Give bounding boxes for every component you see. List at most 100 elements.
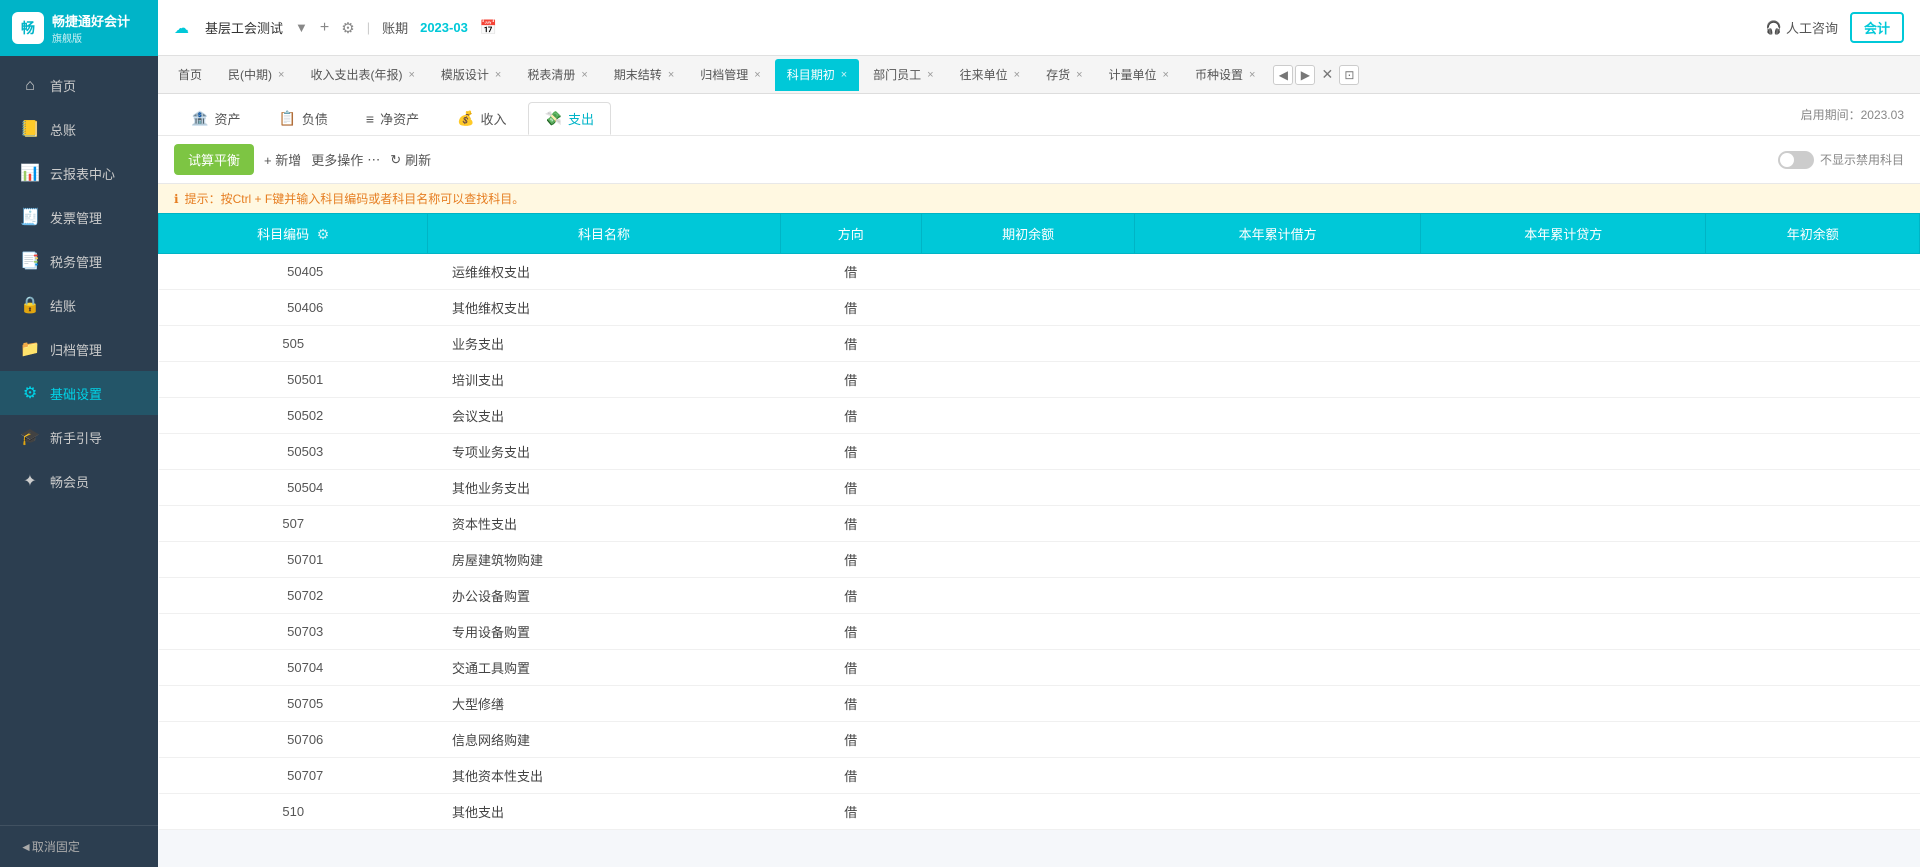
tab-close[interactable]: ×: [841, 69, 847, 81]
sidebar-item-tax[interactable]: 📑税务管理: [0, 239, 158, 283]
cell-ncye: [1706, 722, 1920, 758]
table-container[interactable]: 科目编码 ⚙科目名称方向期初余额本年累计借方本年累计贷方年初余额 50405 运…: [158, 213, 1920, 867]
subtab-负债[interactable]: 📋负债: [261, 102, 344, 135]
tab-----[interactable]: 归档管理×: [688, 59, 772, 91]
cell-direction: 借: [780, 686, 921, 722]
balance-btn[interactable]: 试算平衡: [174, 144, 254, 175]
tab-close[interactable]: ×: [408, 69, 414, 81]
refresh-icon: ↻: [390, 152, 401, 168]
refresh-btn[interactable]: ↻ 刷新: [390, 150, 431, 169]
tab-close[interactable]: ×: [1163, 69, 1169, 81]
sidebar-item-guide[interactable]: 🎓新手引导: [0, 415, 158, 459]
table-row[interactable]: 505 业务支出 借: [159, 326, 1920, 362]
table-row[interactable]: 50406 其他维权支出 借: [159, 290, 1920, 326]
cell-ncye: [1706, 326, 1920, 362]
tab-----[interactable]: 往来单位×: [948, 59, 1032, 91]
table-row[interactable]: 50405 运维维权支出 借: [159, 254, 1920, 290]
add-tab-btn[interactable]: +: [320, 19, 329, 37]
tab---[interactable]: 首页: [166, 59, 214, 91]
table-row[interactable]: 50706 信息网络购建 借: [159, 722, 1920, 758]
tab-label: 存货: [1046, 66, 1070, 83]
cell-name: 会议支出: [428, 398, 780, 434]
accounts-table: 科目编码 ⚙科目名称方向期初余额本年累计借方本年累计贷方年初余额 50405 运…: [158, 213, 1920, 830]
tab-close-all[interactable]: ✕: [1317, 65, 1337, 85]
calendar-icon[interactable]: 📅: [480, 19, 497, 36]
cell-code: 50501: [159, 362, 428, 398]
settings-icon[interactable]: ⚙: [341, 19, 354, 37]
cell-code: 50701: [159, 542, 428, 578]
tab-----[interactable]: 税表清册×: [515, 59, 599, 91]
sidebar-item-member[interactable]: ✦畅会员: [0, 459, 158, 503]
cell-qcye: [921, 470, 1134, 506]
tab-----[interactable]: 计量单位×: [1097, 59, 1181, 91]
dropdown-icon[interactable]: ▼: [295, 20, 308, 35]
sidebar-collapse-btn[interactable]: ◄取消固定: [0, 825, 158, 867]
tab---[interactable]: 存货 ×: [1034, 59, 1094, 91]
add-btn[interactable]: + 新增: [264, 150, 301, 169]
table-row[interactable]: 50702 办公设备购置 借: [159, 578, 1920, 614]
table-row[interactable]: 50704 交通工具购置 借: [159, 650, 1920, 686]
service-btn[interactable]: 🎧 人工咨询: [1766, 18, 1838, 37]
project-name[interactable]: 基层工会测试: [205, 18, 283, 37]
sidebar-item-archive[interactable]: 📁归档管理: [0, 327, 158, 371]
cell-bnljd: [1420, 470, 1706, 506]
tab-expand[interactable]: ⊡: [1339, 65, 1359, 85]
account-btn[interactable]: 会计: [1850, 12, 1904, 43]
cell-direction: 借: [780, 470, 921, 506]
tab-close[interactable]: ×: [1249, 69, 1255, 81]
sidebar-item-home[interactable]: ⌂首页: [0, 64, 158, 107]
sidebar-item-reports[interactable]: 📊云报表中心: [0, 151, 158, 195]
subtab-收入[interactable]: 💰收入: [440, 102, 523, 135]
period-value[interactable]: 2023-03: [420, 20, 468, 35]
table-row[interactable]: 50701 房屋建筑物购建 借: [159, 542, 1920, 578]
tab-----[interactable]: 部门员工×: [861, 59, 945, 91]
sidebar-item-close[interactable]: 🔒结账: [0, 283, 158, 327]
table-row[interactable]: 510 其他支出 借: [159, 794, 1920, 830]
tab-close[interactable]: ×: [278, 69, 284, 81]
cell-name: 信息网络购建: [428, 722, 780, 758]
sidebar-item-invoice[interactable]: 🧾发票管理: [0, 195, 158, 239]
tab-----[interactable]: 科目期初×: [775, 59, 859, 91]
code-header-label: 科目编码: [257, 227, 309, 242]
tab-----[interactable]: 币种设置×: [1183, 59, 1267, 91]
cell-ncye: [1706, 686, 1920, 722]
sidebar-item-settings[interactable]: ⚙基础设置: [0, 371, 158, 415]
subtab-支出[interactable]: 💸支出: [528, 102, 611, 135]
tab------[interactable]: 民(中期)×: [216, 59, 296, 91]
cell-direction: 借: [780, 722, 921, 758]
sidebar-item-ledger[interactable]: 📒总账: [0, 107, 158, 151]
subtab-资产[interactable]: 🏦资产: [174, 102, 257, 135]
more-btn[interactable]: 更多操作 ⋯: [311, 150, 380, 169]
app-name-topbar: ☁: [174, 19, 189, 37]
table-row[interactable]: 507 资本性支出 借: [159, 506, 1920, 542]
table-row[interactable]: 50501 培训支出 借: [159, 362, 1920, 398]
tab-close[interactable]: ×: [668, 69, 674, 81]
column-settings-icon[interactable]: ⚙: [317, 226, 330, 242]
cell-direction: 借: [780, 398, 921, 434]
tab-close[interactable]: ×: [495, 69, 501, 81]
cell-direction: 借: [780, 794, 921, 830]
tab-scroll-right[interactable]: ▶: [1295, 65, 1315, 85]
tab----------[interactable]: 收入支出表(年报)×: [298, 59, 426, 91]
cell-direction: 借: [780, 650, 921, 686]
tab-close[interactable]: ×: [1014, 69, 1020, 81]
table-row[interactable]: 50503 专项业务支出 借: [159, 434, 1920, 470]
tab-close[interactable]: ×: [754, 69, 760, 81]
toggle-switch[interactable]: [1778, 151, 1814, 169]
tab-scroll-left[interactable]: ◀: [1273, 65, 1293, 85]
table-row[interactable]: 50705 大型修缮 借: [159, 686, 1920, 722]
sidebar-nav: ⌂首页📒总账📊云报表中心🧾发票管理📑税务管理🔒结账📁归档管理⚙基础设置🎓新手引导…: [0, 56, 158, 825]
tab-----[interactable]: 期末结转×: [602, 59, 686, 91]
tab-close[interactable]: ×: [927, 69, 933, 81]
table-row[interactable]: 50707 其他资本性支出 借: [159, 758, 1920, 794]
table-row[interactable]: 50502 会议支出 借: [159, 398, 1920, 434]
subtab-label-收入: 收入: [481, 109, 507, 128]
tab-close[interactable]: ×: [1076, 69, 1082, 81]
table-row[interactable]: 50703 专用设备购置 借: [159, 614, 1920, 650]
tab-close[interactable]: ×: [581, 69, 587, 81]
subtab-icon-支出: 💸: [545, 110, 562, 127]
tab-----[interactable]: 模版设计×: [429, 59, 513, 91]
table-row[interactable]: 50504 其他业务支出 借: [159, 470, 1920, 506]
subtab-净资产[interactable]: ≡净资产: [349, 102, 436, 135]
cell-ncye: [1706, 362, 1920, 398]
